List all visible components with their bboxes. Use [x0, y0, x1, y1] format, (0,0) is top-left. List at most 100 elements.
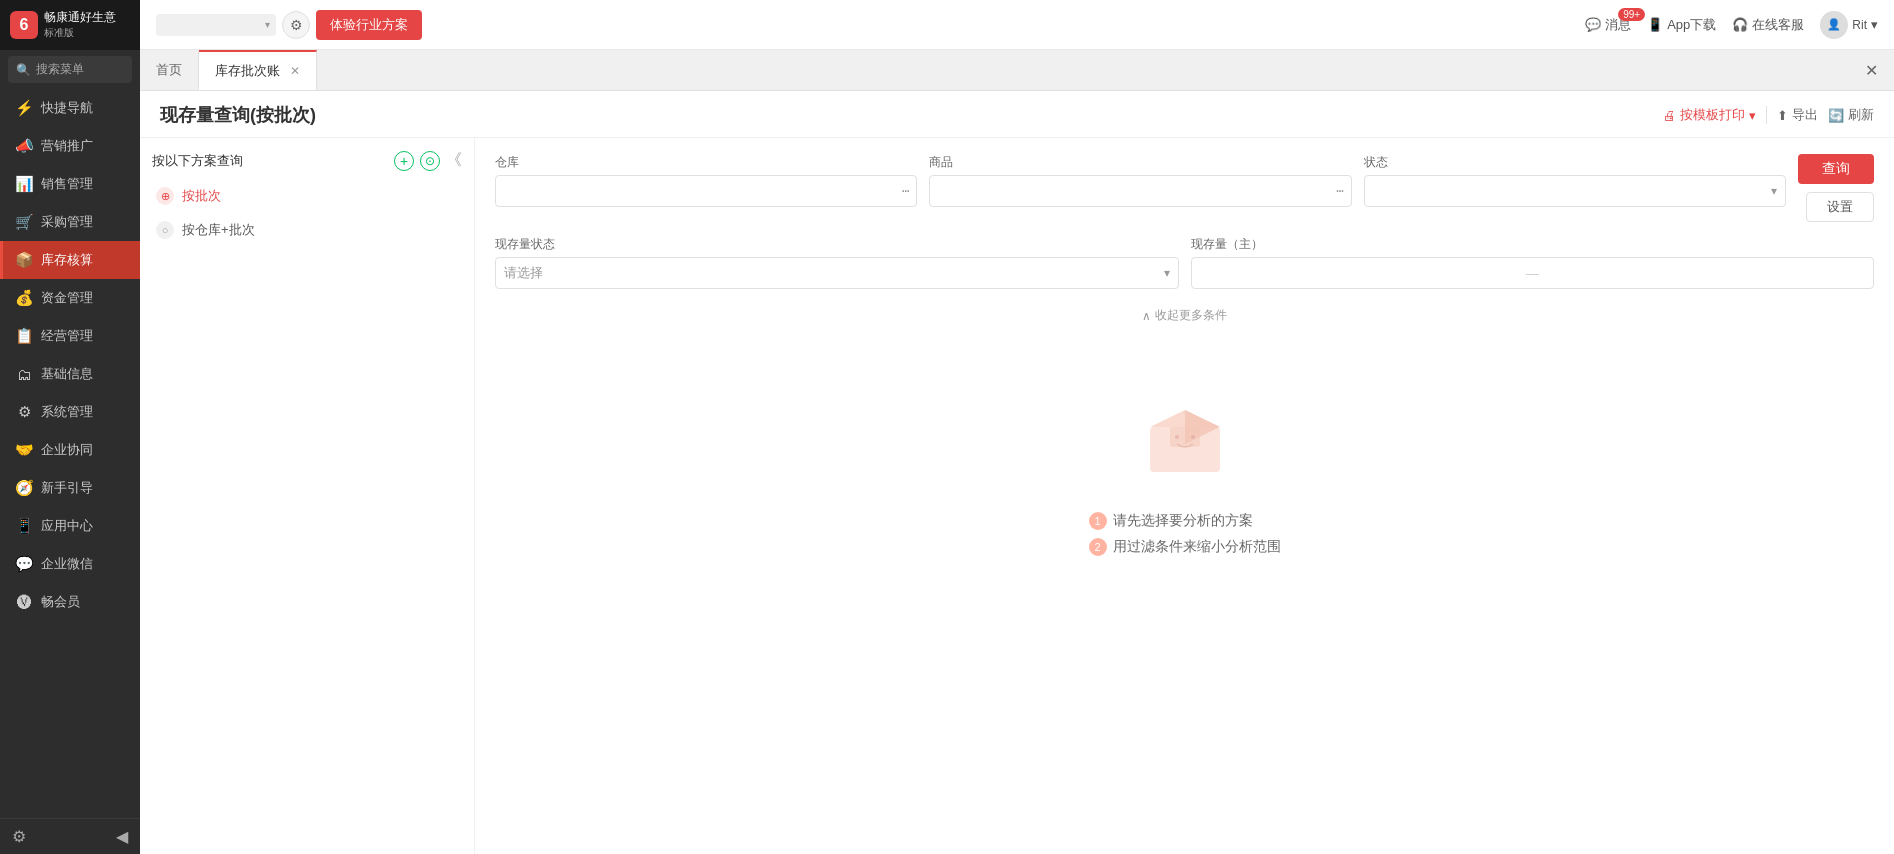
message-icon: 💬 [1585, 17, 1601, 32]
topbar-right: 💬 消息 99+ 📱 App下载 🎧 在线客服 👤 Rit ▾ [1585, 11, 1878, 39]
filter-item-icon-inactive: ○ [156, 221, 174, 239]
newbie-icon: 🧭 [15, 479, 33, 497]
apps-icon: 📱 [15, 517, 33, 535]
collapse-sidebar-icon[interactable]: ◀ [116, 827, 128, 846]
filter-item-label: 按仓库+批次 [182, 221, 255, 239]
search-menu[interactable]: 🔍 搜索菜单 [8, 56, 132, 83]
print-button[interactable]: 🖨 按模板打印 ▾ [1663, 106, 1756, 124]
sidebar-item-purchase[interactable]: 🛒 采购管理 [0, 203, 140, 241]
sidebar-item-operations[interactable]: 📋 经营管理 [0, 317, 140, 355]
avatar: 👤 [1820, 11, 1848, 39]
quick-icon: ⚡ [15, 99, 33, 117]
gear-button[interactable]: ⚙ [282, 11, 310, 39]
add-scheme-button[interactable]: + [394, 151, 414, 171]
sidebar-header: 6 畅康通好生意 标准版 [0, 0, 140, 50]
sidebar-item-label: 资金管理 [41, 289, 93, 307]
settings-button[interactable]: 设置 [1806, 192, 1874, 222]
sidebar-item-newbie[interactable]: 🧭 新手引导 [0, 469, 140, 507]
phone-icon: 📱 [1647, 17, 1663, 32]
svg-point-5 [1191, 435, 1195, 439]
tab-home[interactable]: 首页 [140, 51, 199, 89]
settings-footer-icon[interactable]: ⚙ [12, 827, 26, 846]
inventory-icon: 📦 [15, 251, 33, 269]
warehouse-input-wrapper: ··· [495, 175, 917, 207]
refresh-label: 刷新 [1848, 106, 1874, 124]
sidebar-item-label: 基础信息 [41, 365, 93, 383]
sidebar-footer: ⚙ ◀ [0, 818, 140, 854]
basics-icon: 🗂 [15, 365, 33, 383]
warehouse-input[interactable] [496, 184, 893, 199]
status-select[interactable]: ▾ [1364, 175, 1786, 207]
app-download-label: App下载 [1667, 16, 1716, 34]
messages-badge: 99+ [1618, 8, 1645, 21]
divider [1766, 106, 1767, 124]
stock-status-placeholder: 请选择 [504, 264, 1160, 282]
sidebar-item-quick[interactable]: ⚡ 快捷导航 [0, 89, 140, 127]
svg-point-4 [1175, 435, 1179, 439]
sales-icon: 📊 [15, 175, 33, 193]
empty-tips: 1 请先选择要分析的方案 2 用过滤条件来缩小分析范围 [1089, 512, 1281, 556]
tab-inventory-batch-label: 库存批次账 [215, 62, 280, 80]
sidebar-item-enterprise[interactable]: 🤝 企业协同 [0, 431, 140, 469]
experience-industry-button[interactable]: 体验行业方案 [316, 10, 422, 40]
query-button[interactable]: 查询 [1798, 154, 1874, 184]
breadcrumb-input[interactable] [156, 14, 276, 36]
username-label: Rit [1852, 18, 1867, 32]
product-dots[interactable]: ··· [1327, 182, 1350, 200]
tab-inventory-batch[interactable]: 库存批次账 ✕ [199, 50, 317, 90]
collapse-panel-button[interactable]: 《 [446, 150, 462, 171]
page-header-actions: 🖨 按模板打印 ▾ ⬆ 导出 🔄 刷新 [1663, 106, 1874, 124]
tab-close-icon[interactable]: ✕ [290, 64, 300, 78]
messages-button[interactable]: 💬 消息 99+ [1585, 16, 1631, 34]
query-row-1: 仓库 ··· 商品 ··· 状态 [495, 154, 1874, 222]
status-select-arrow-icon: ▾ [1771, 184, 1777, 198]
sidebar-item-wechat[interactable]: 💬 企业微信 [0, 545, 140, 583]
sidebar-item-sales[interactable]: 📊 销售管理 [0, 165, 140, 203]
tip-2-text: 用过滤条件来缩小分析范围 [1113, 538, 1281, 556]
app-download-button[interactable]: 📱 App下载 [1647, 16, 1716, 34]
filter-item-by-batch[interactable]: ⊕ 按批次 [140, 179, 474, 213]
print-icon: 🖨 [1663, 108, 1676, 123]
stock-quantity-to-input[interactable] [1545, 266, 1865, 281]
sidebar-item-system[interactable]: ⚙ 系统管理 [0, 393, 140, 431]
sidebar-item-member[interactable]: 🅥 畅会员 [0, 583, 140, 621]
sidebar: 6 畅康通好生意 标准版 🔍 搜索菜单 ⚡ 快捷导航 📣 营销推广 📊 销售管理… [0, 0, 140, 854]
breadcrumb-area: ▾ ⚙ 体验行业方案 [156, 10, 1575, 40]
sidebar-item-label: 快捷导航 [41, 99, 93, 117]
empty-tip-2: 2 用过滤条件来缩小分析范围 [1089, 538, 1281, 556]
stock-status-select[interactable]: 请选择 ▾ [495, 257, 1179, 289]
online-service-button[interactable]: 🎧 在线客服 [1732, 16, 1804, 34]
stock-quantity-from-input[interactable] [1200, 266, 1520, 281]
sidebar-item-basics[interactable]: 🗂 基础信息 [0, 355, 140, 393]
sidebar-item-finance[interactable]: 💰 资金管理 [0, 279, 140, 317]
topbar: ▾ ⚙ 体验行业方案 💬 消息 99+ 📱 App下载 🎧 在线客服 👤 [140, 0, 1894, 50]
sidebar-item-marketing[interactable]: 📣 营销推广 [0, 127, 140, 165]
print-label: 按模板打印 [1680, 106, 1745, 124]
stock-status-label: 现存量状态 [495, 236, 1179, 253]
page-header: 现存量查询(按批次) 🖨 按模板打印 ▾ ⬆ 导出 🔄 刷新 [140, 91, 1894, 138]
target-scheme-button[interactable]: ⊙ [420, 151, 440, 171]
finance-icon: 💰 [15, 289, 33, 307]
export-button[interactable]: ⬆ 导出 [1777, 106, 1818, 124]
sidebar-item-inventory[interactable]: 📦 库存核算 [0, 241, 140, 279]
refresh-button[interactable]: 🔄 刷新 [1828, 106, 1874, 124]
product-input[interactable] [930, 184, 1327, 199]
purchase-icon: 🛒 [15, 213, 33, 231]
tab-home-label: 首页 [156, 61, 182, 79]
user-profile-button[interactable]: 👤 Rit ▾ [1820, 11, 1878, 39]
sidebar-item-label: 销售管理 [41, 175, 93, 193]
svg-rect-3 [1170, 427, 1200, 447]
tab-close-all-button[interactable]: ✕ [1849, 51, 1894, 90]
product-field: 商品 ··· [929, 154, 1351, 207]
filter-item-by-warehouse-batch[interactable]: ○ 按仓库+批次 [140, 213, 474, 247]
collapse-more-button[interactable]: ∧ 收起更多条件 [495, 303, 1874, 332]
app-title-block: 畅康通好生意 标准版 [44, 10, 116, 40]
sidebar-item-apps[interactable]: 📱 应用中心 [0, 507, 140, 545]
warehouse-label: 仓库 [495, 154, 917, 171]
sidebar-item-label: 畅会员 [41, 593, 80, 611]
sidebar-item-label: 新手引导 [41, 479, 93, 497]
search-icon: 🔍 [16, 63, 31, 77]
print-arrow-icon: ▾ [1749, 108, 1756, 123]
warehouse-dots[interactable]: ··· [893, 182, 916, 200]
member-icon: 🅥 [15, 593, 33, 611]
